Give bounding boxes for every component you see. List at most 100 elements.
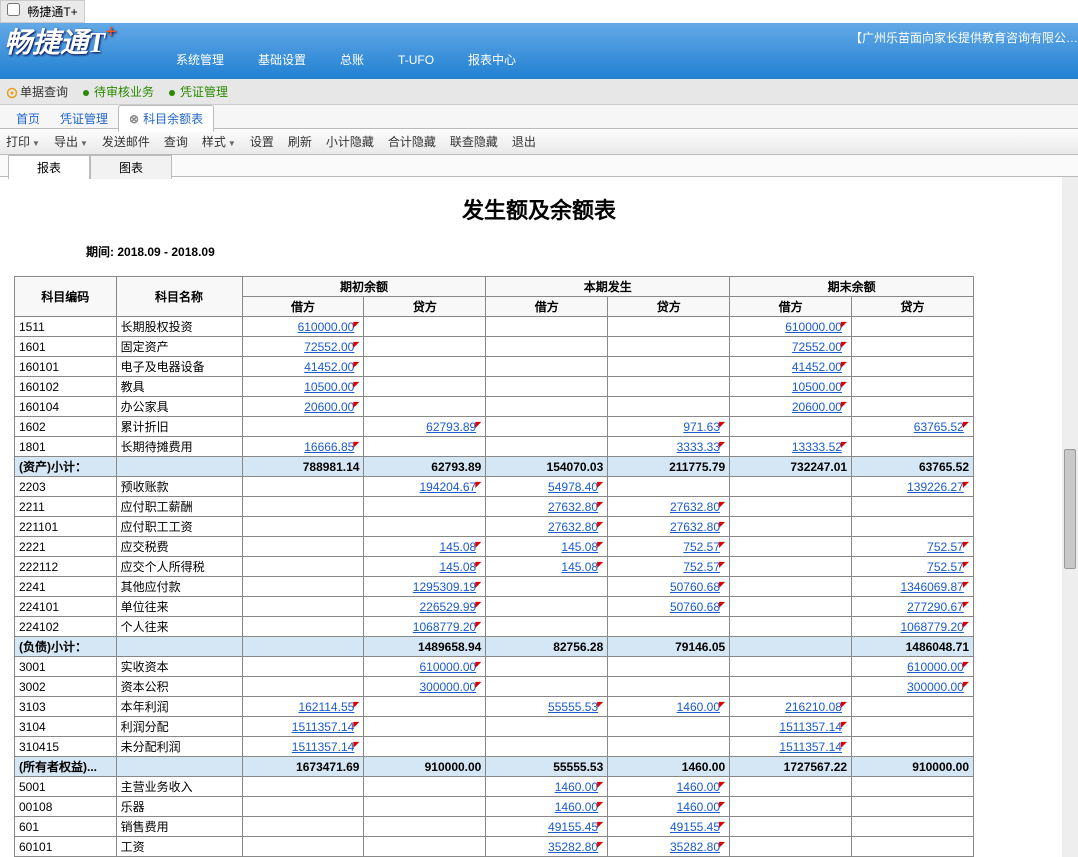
amount-link[interactable]: 610000.00: [785, 320, 842, 334]
amount-cell[interactable]: 41452.00◤: [242, 357, 364, 377]
main-menu-item[interactable]: 报表中心: [468, 51, 516, 68]
amount-link[interactable]: 54978.40: [548, 480, 598, 494]
amount-link[interactable]: 49155.45: [670, 820, 720, 834]
amount-link[interactable]: 27632.80: [670, 520, 720, 534]
main-menu-item[interactable]: T-UFO: [398, 53, 434, 67]
amount-cell[interactable]: 10500.00◤: [242, 377, 364, 397]
toolbar-button[interactable]: 刷新: [288, 133, 312, 150]
amount-link[interactable]: 1068779.20: [413, 620, 476, 634]
toolbar-button[interactable]: 退出: [512, 133, 536, 150]
amount-link[interactable]: 1460.00: [677, 700, 720, 714]
amount-cell[interactable]: 300000.00◤: [852, 677, 974, 697]
amount-link[interactable]: 145.08: [440, 560, 477, 574]
amount-link[interactable]: 13333.52: [792, 440, 842, 454]
amount-cell[interactable]: 971.63◤: [608, 417, 730, 437]
amount-link[interactable]: 1460.00: [555, 800, 598, 814]
amount-link[interactable]: 1511357.14: [779, 720, 842, 734]
amount-link[interactable]: 1511357.14: [292, 720, 355, 734]
amount-link[interactable]: 1068779.20: [900, 620, 963, 634]
amount-link[interactable]: 20600.00: [304, 400, 354, 414]
amount-link[interactable]: 971.63: [683, 420, 720, 434]
amount-cell[interactable]: 145.08◤: [486, 537, 608, 557]
amount-link[interactable]: 27632.80: [670, 500, 720, 514]
amount-link[interactable]: 145.08: [561, 560, 598, 574]
amount-cell[interactable]: 610000.00◤: [730, 317, 852, 337]
amount-cell[interactable]: 41452.00◤: [730, 357, 852, 377]
amount-cell[interactable]: 20600.00◤: [242, 397, 364, 417]
toolbar-button[interactable]: 打印▼: [6, 133, 40, 150]
quickbar-item[interactable]: 单据查询: [6, 83, 68, 100]
amount-cell[interactable]: 145.08◤: [486, 557, 608, 577]
amount-link[interactable]: 16666.85: [304, 440, 354, 454]
amount-cell[interactable]: 20600.00◤: [730, 397, 852, 417]
amount-cell[interactable]: 1460.00◤: [486, 797, 608, 817]
amount-cell[interactable]: 216210.08◤: [730, 697, 852, 717]
window-tab-checkbox[interactable]: [7, 3, 20, 16]
amount-link[interactable]: 752.57: [927, 540, 964, 554]
amount-cell[interactable]: 752.57◤: [852, 537, 974, 557]
amount-cell[interactable]: 27632.80◤: [486, 517, 608, 537]
amount-cell[interactable]: 139226.27◤: [852, 477, 974, 497]
subtab[interactable]: 图表: [90, 155, 172, 179]
amount-cell[interactable]: 145.08◤: [364, 557, 486, 577]
amount-link[interactable]: 1460.00: [555, 780, 598, 794]
amount-cell[interactable]: 54978.40◤: [486, 477, 608, 497]
amount-cell[interactable]: 226529.99◤: [364, 597, 486, 617]
amount-link[interactable]: 1460.00: [677, 780, 720, 794]
amount-cell[interactable]: 610000.00◤: [242, 317, 364, 337]
toolbar-button[interactable]: 小计隐藏: [326, 133, 374, 150]
amount-link[interactable]: 226529.99: [419, 600, 476, 614]
amount-cell[interactable]: 35282.80◤: [486, 837, 608, 857]
amount-link[interactable]: 20600.00: [792, 400, 842, 414]
amount-cell[interactable]: 752.57◤: [608, 557, 730, 577]
toolbar-button[interactable]: 联查隐藏: [450, 133, 498, 150]
amount-link[interactable]: 27632.80: [548, 520, 598, 534]
vertical-scrollbar[interactable]: [1062, 177, 1078, 857]
amount-cell[interactable]: 13333.52◤: [730, 437, 852, 457]
scroll-thumb[interactable]: [1064, 449, 1076, 569]
amount-link[interactable]: 216210.08: [785, 700, 842, 714]
amount-link[interactable]: 49155.45: [548, 820, 598, 834]
amount-cell[interactable]: 50760.68◤: [608, 577, 730, 597]
amount-link[interactable]: 277290.67: [907, 600, 964, 614]
amount-cell[interactable]: 1068779.20◤: [364, 617, 486, 637]
main-menu-item[interactable]: 总账: [340, 51, 364, 68]
toolbar-button[interactable]: 样式▼: [202, 133, 236, 150]
amount-link[interactable]: 41452.00: [792, 360, 842, 374]
amount-link[interactable]: 63765.52: [914, 420, 964, 434]
amount-link[interactable]: 610000.00: [907, 660, 964, 674]
amount-cell[interactable]: 27632.80◤: [486, 497, 608, 517]
amount-link[interactable]: 35282.80: [548, 840, 598, 854]
close-icon[interactable]: ⊗: [129, 112, 139, 126]
amount-link[interactable]: 41452.00: [304, 360, 354, 374]
amount-cell[interactable]: 27632.80◤: [608, 517, 730, 537]
amount-cell[interactable]: 62793.89◤: [364, 417, 486, 437]
amount-cell[interactable]: 72552.00◤: [730, 337, 852, 357]
amount-cell[interactable]: 1460.00◤: [608, 777, 730, 797]
amount-cell[interactable]: 1511357.14◤: [242, 717, 364, 737]
amount-link[interactable]: 610000.00: [419, 660, 476, 674]
amount-cell[interactable]: 1295309.19◤: [364, 577, 486, 597]
amount-cell[interactable]: 3333.33◤: [608, 437, 730, 457]
amount-cell[interactable]: 1460.00◤: [608, 797, 730, 817]
amount-link[interactable]: 10500.00: [304, 380, 354, 394]
amount-link[interactable]: 162114.55: [298, 700, 354, 714]
amount-link[interactable]: 72552.00: [792, 340, 842, 354]
amount-cell[interactable]: 1511357.14◤: [730, 737, 852, 757]
page-tab[interactable]: ⊗科目余额表: [118, 105, 214, 132]
amount-link[interactable]: 35282.80: [670, 840, 720, 854]
amount-link[interactable]: 72552.00: [304, 340, 354, 354]
amount-link[interactable]: 145.08: [440, 540, 477, 554]
amount-cell[interactable]: 752.57◤: [608, 537, 730, 557]
amount-link[interactable]: 1511357.14: [779, 740, 842, 754]
subtab[interactable]: 报表: [8, 155, 90, 179]
amount-cell[interactable]: 1346069.87◤: [852, 577, 974, 597]
amount-link[interactable]: 752.57: [683, 540, 720, 554]
amount-link[interactable]: 300000.00: [907, 680, 964, 694]
amount-cell[interactable]: 162114.55◤: [242, 697, 364, 717]
quickbar-item[interactable]: 待审核业务: [80, 83, 154, 100]
amount-cell[interactable]: 72552.00◤: [242, 337, 364, 357]
main-menu-item[interactable]: 基础设置: [258, 51, 306, 68]
amount-cell[interactable]: 300000.00◤: [364, 677, 486, 697]
amount-cell[interactable]: 49155.45◤: [608, 817, 730, 837]
